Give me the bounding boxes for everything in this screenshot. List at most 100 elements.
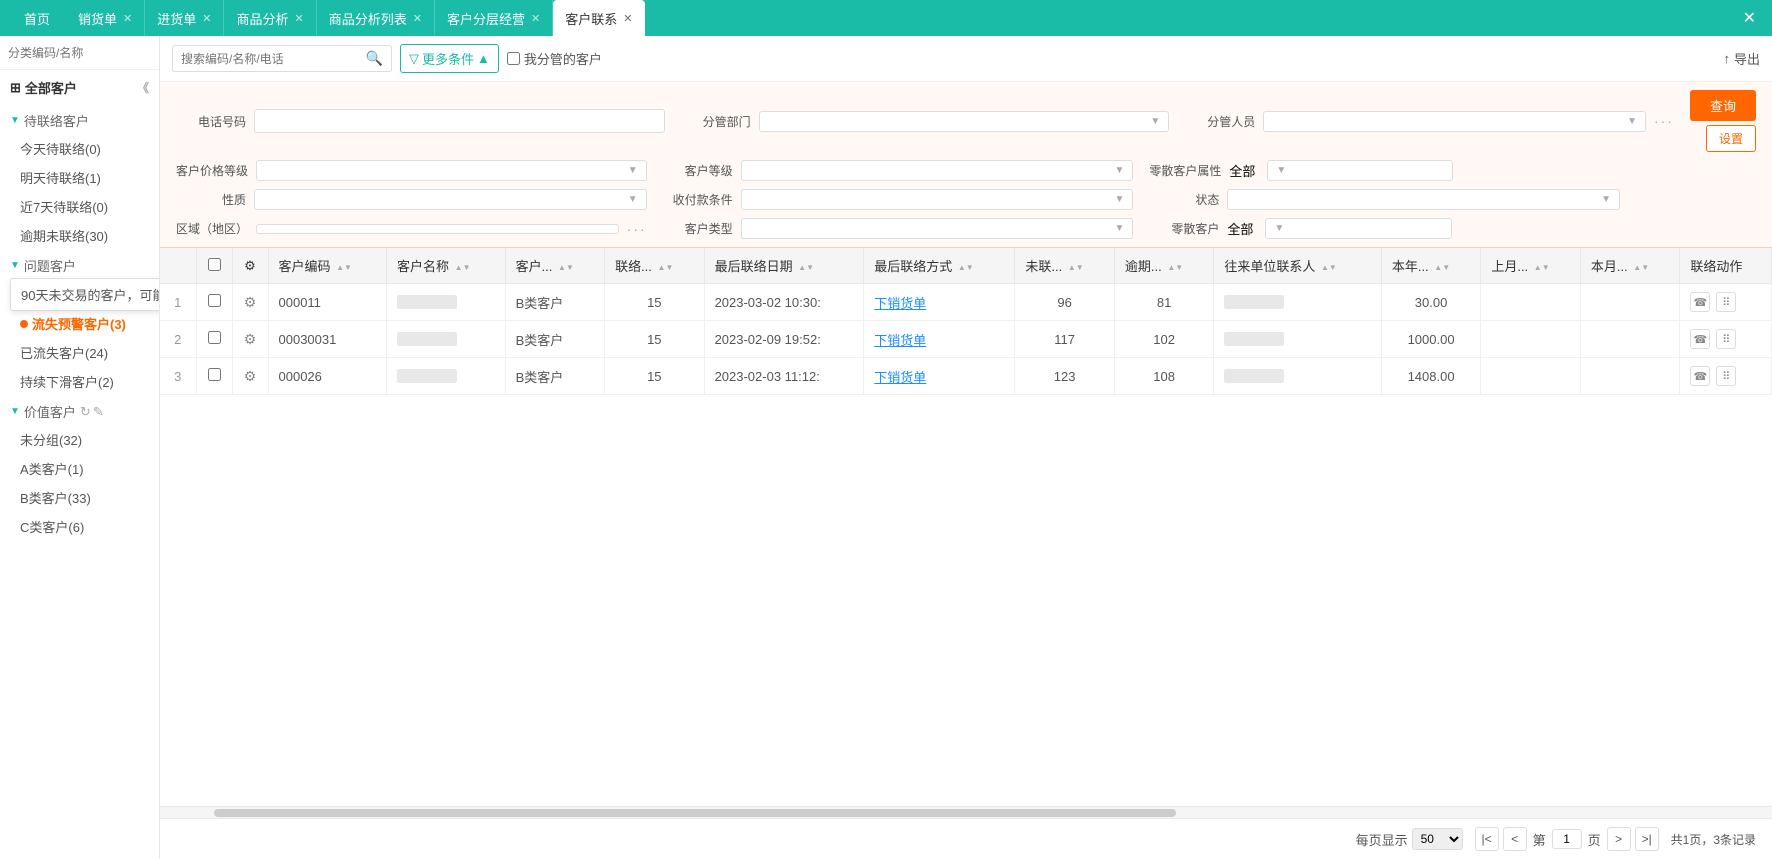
- action-contact-icon[interactable]: ☎: [1690, 329, 1710, 349]
- sidebar-item-7days-pending[interactable]: 近7天待联络(0): [0, 192, 159, 221]
- cell-gear[interactable]: ⚙: [232, 284, 268, 321]
- filter-person-dots[interactable]: ···: [1654, 113, 1674, 129]
- filter-level-select[interactable]: ▼: [741, 160, 1134, 181]
- next-page-btn[interactable]: >: [1607, 827, 1631, 851]
- row-gear-icon[interactable]: ⚙: [244, 331, 257, 347]
- prev-page-btn[interactable]: <: [1503, 827, 1527, 851]
- first-page-btn[interactable]: |<: [1475, 827, 1499, 851]
- filter-status-select[interactable]: ▼: [1227, 189, 1620, 210]
- sort-name-icon[interactable]: ▲▼: [455, 263, 471, 272]
- sidebar-item-c-class[interactable]: C类客户(6): [0, 512, 159, 541]
- filter-person-select[interactable]: ▼: [1263, 111, 1646, 132]
- tab-product-analysis-close-icon[interactable]: ✕: [295, 12, 304, 25]
- tab-customer-contact-close-icon[interactable]: ✕: [623, 12, 632, 25]
- filter-zero-customer-select[interactable]: ▼: [1265, 218, 1451, 239]
- row-checkbox[interactable]: [208, 331, 221, 344]
- filter-dept-select[interactable]: ▼: [759, 111, 1170, 132]
- tab-sales-close-icon[interactable]: ✕: [123, 12, 132, 25]
- cell-gear[interactable]: ⚙: [232, 321, 268, 358]
- row-gear-icon[interactable]: ⚙: [244, 368, 257, 384]
- tab-product-analysis[interactable]: 商品分析 ✕: [224, 0, 316, 36]
- scrollbar-thumb[interactable]: [214, 809, 1176, 817]
- action-more-icon[interactable]: ⠿: [1716, 366, 1736, 386]
- window-close-button[interactable]: ✕: [1735, 8, 1764, 28]
- filter-area-select[interactable]: [256, 224, 619, 234]
- sidebar-item-churned[interactable]: 已流失客户(24): [0, 338, 159, 367]
- col-gear-header[interactable]: ⚙: [232, 248, 268, 284]
- value-group-refresh-icon[interactable]: ↻: [80, 404, 91, 420]
- last-contact-way-link[interactable]: 下销货单: [874, 333, 926, 348]
- cell-checkbox[interactable]: [196, 358, 232, 395]
- sidebar-item-today-pending[interactable]: 今天待联络(0): [0, 134, 159, 163]
- sidebar-group-value[interactable]: ▼ 价值客户 ↻ ✎: [0, 396, 159, 425]
- sidebar-item-b-class[interactable]: B类客户(33): [0, 483, 159, 512]
- last-page-btn[interactable]: >|: [1635, 827, 1659, 851]
- filter-payment-select[interactable]: ▼: [741, 189, 1134, 210]
- sidebar-item-overdue-pending[interactable]: 逾期未联络(30): [0, 221, 159, 250]
- action-contact-icon[interactable]: ☎: [1690, 366, 1710, 386]
- sort-this-year-icon[interactable]: ▲▼: [1434, 263, 1450, 272]
- cell-checkbox[interactable]: [196, 321, 232, 358]
- filter-phone-input[interactable]: [254, 109, 665, 133]
- col-checkbox-header[interactable]: [196, 248, 232, 284]
- filter-price-level-select[interactable]: ▼: [256, 160, 647, 181]
- tab-customer-contact[interactable]: 客户联系 ✕: [553, 0, 645, 36]
- select-all-checkbox[interactable]: [208, 258, 221, 271]
- filter-customer-type-select[interactable]: ▼: [741, 218, 1134, 239]
- sort-type-icon[interactable]: ▲▼: [558, 263, 574, 272]
- sidebar-item-ungrouped[interactable]: 未分组(32): [0, 425, 159, 454]
- row-checkbox[interactable]: [208, 368, 221, 381]
- sidebar-item-a-class[interactable]: A类客户(1): [0, 454, 159, 483]
- horizontal-scrollbar[interactable]: [160, 806, 1772, 818]
- tab-product-analysis-list-close-icon[interactable]: ✕: [413, 12, 422, 25]
- page-number-input[interactable]: [1552, 829, 1582, 849]
- sidebar-group-problem[interactable]: ▼ 问题客户: [0, 250, 159, 279]
- page-size-select[interactable]: 50 100 200: [1412, 828, 1463, 850]
- sidebar-group-pending[interactable]: ▼ 待联络客户: [0, 105, 159, 134]
- my-customers-checkbox[interactable]: [507, 52, 520, 65]
- tab-product-analysis-list[interactable]: 商品分析列表 ✕: [317, 0, 435, 36]
- my-customers-checkbox-label[interactable]: 我分管的客户: [507, 49, 602, 68]
- tab-purchase-order[interactable]: 进货单 ✕: [145, 0, 224, 36]
- sidebar-item-tomorrow-pending[interactable]: 明天待联络(1): [0, 163, 159, 192]
- settings-button[interactable]: 设置: [1706, 125, 1756, 152]
- sort-not-contacted-icon[interactable]: ▲▼: [1068, 263, 1084, 272]
- filter-zero-attr-select[interactable]: ▼: [1267, 160, 1452, 181]
- cell-gear[interactable]: ⚙: [232, 358, 268, 395]
- action-more-icon[interactable]: ⠿: [1716, 292, 1736, 312]
- sidebar-collapse-icon[interactable]: 《: [137, 79, 149, 96]
- sort-contact-icon[interactable]: ▲▼: [658, 263, 674, 272]
- last-contact-way-link[interactable]: 下销货单: [874, 296, 926, 311]
- sort-overdue-icon[interactable]: ▲▼: [1167, 263, 1183, 272]
- tab-purchase-close-icon[interactable]: ✕: [202, 12, 211, 25]
- sidebar-search-input[interactable]: [8, 46, 160, 60]
- gear-icon[interactable]: ⚙: [244, 258, 256, 273]
- row-checkbox[interactable]: [208, 294, 221, 307]
- filter-more-btn[interactable]: ▽ 更多条件 ▲: [400, 44, 499, 73]
- sort-last-contact-way-icon[interactable]: ▲▼: [958, 263, 974, 272]
- filter-nature-select[interactable]: ▼: [254, 189, 647, 210]
- action-contact-icon[interactable]: ☎: [1690, 292, 1710, 312]
- filter-area-dots[interactable]: ···: [627, 221, 647, 237]
- filter-search-input[interactable]: [181, 52, 362, 66]
- cell-checkbox[interactable]: [196, 284, 232, 321]
- sort-contacts-icon[interactable]: ▲▼: [1321, 263, 1337, 272]
- sidebar-item-churn-warning[interactable]: 流失预警客户(3): [0, 309, 159, 338]
- sidebar-root-header[interactable]: ⊞ 全部客户 《: [0, 70, 159, 105]
- export-button[interactable]: ↑ 导出: [1723, 49, 1760, 68]
- tab-home[interactable]: 首页: [8, 0, 66, 36]
- tab-sales-order[interactable]: 销货单 ✕: [66, 0, 145, 36]
- action-more-icon[interactable]: ⠿: [1716, 329, 1736, 349]
- value-group-edit-icon[interactable]: ✎: [93, 404, 104, 420]
- sidebar-item-declining[interactable]: 持续下滑客户(2): [0, 367, 159, 396]
- sort-code-icon[interactable]: ▲▼: [336, 263, 352, 272]
- filter-search-icon[interactable]: 🔍: [366, 50, 383, 67]
- tab-customer-layering[interactable]: 客户分层经营 ✕: [435, 0, 553, 36]
- tab-customer-layering-close-icon[interactable]: ✕: [531, 12, 540, 25]
- query-button[interactable]: 查询: [1690, 90, 1756, 121]
- sort-last-month-icon[interactable]: ▲▼: [1534, 263, 1550, 272]
- sort-this-month-icon[interactable]: ▲▼: [1633, 263, 1649, 272]
- row-gear-icon[interactable]: ⚙: [244, 294, 257, 310]
- sort-last-contact-date-icon[interactable]: ▲▼: [798, 263, 814, 272]
- last-contact-way-link[interactable]: 下销货单: [874, 370, 926, 385]
